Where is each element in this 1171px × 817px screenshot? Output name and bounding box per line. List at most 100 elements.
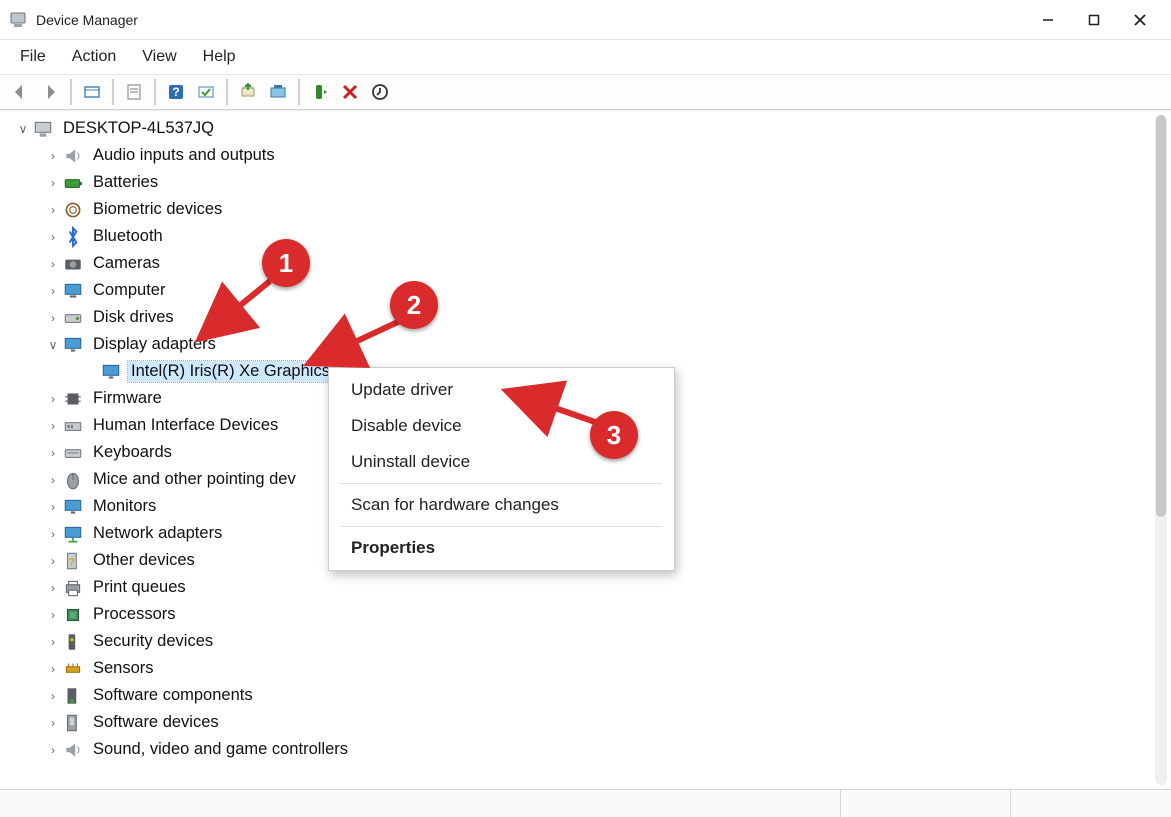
tree-node-audio[interactable]: › Audio inputs and outputs — [8, 142, 1153, 169]
expand-icon[interactable]: › — [44, 635, 62, 649]
help-button[interactable]: ? — [162, 78, 190, 106]
expand-icon[interactable]: › — [44, 230, 62, 244]
battery-icon — [62, 172, 84, 194]
software-component-icon — [62, 685, 84, 707]
tree-node-cameras[interactable]: › Cameras — [8, 250, 1153, 277]
maximize-button[interactable] — [1071, 0, 1117, 40]
device-manager-icon — [8, 10, 28, 30]
disable-device-button[interactable] — [366, 78, 394, 106]
menu-file[interactable]: File — [10, 44, 56, 70]
tree-node-software-devices[interactable]: › Software devices — [8, 709, 1153, 736]
monitor-icon — [62, 496, 84, 518]
menu-view[interactable]: View — [132, 44, 186, 70]
annotation-arrow-2 — [300, 315, 410, 380]
tree-root-row[interactable]: ∨ DESKTOP-4L537JQ — [8, 115, 1153, 142]
sensor-icon — [62, 658, 84, 680]
chip-icon — [62, 388, 84, 410]
tree-node-label: Cameras — [90, 253, 163, 274]
expand-icon[interactable]: › — [44, 257, 62, 271]
expand-icon[interactable]: › — [44, 500, 62, 514]
tree-node-label: Batteries — [90, 172, 161, 193]
expand-icon[interactable]: › — [44, 716, 62, 730]
tree-node-print-queues[interactable]: › Print queues — [8, 574, 1153, 601]
context-menu-separator — [341, 483, 662, 484]
expand-icon[interactable]: › — [44, 581, 62, 595]
expand-icon[interactable]: › — [44, 689, 62, 703]
monitor-icon — [62, 280, 84, 302]
expand-icon[interactable]: › — [44, 527, 62, 541]
expand-icon[interactable]: › — [44, 608, 62, 622]
collapse-icon[interactable]: ∨ — [14, 122, 32, 136]
mouse-icon — [62, 469, 84, 491]
tree-node-security[interactable]: › Security devices — [8, 628, 1153, 655]
expand-icon[interactable]: › — [44, 419, 62, 433]
scan-hardware-button[interactable] — [192, 78, 220, 106]
back-button[interactable] — [6, 78, 34, 106]
disk-icon — [62, 307, 84, 329]
tree-node-biometric[interactable]: › Biometric devices — [8, 196, 1153, 223]
minimize-button[interactable] — [1025, 0, 1071, 40]
tree-node-disk-drives[interactable]: › Disk drives — [8, 304, 1153, 331]
menubar: File Action View Help — [0, 40, 1171, 74]
tree-node-label: Monitors — [90, 496, 159, 517]
display-adapter-icon — [62, 334, 84, 356]
tree-node-label: Security devices — [90, 631, 216, 652]
tree-node-label: Firmware — [90, 388, 165, 409]
add-legacy-button[interactable] — [264, 78, 292, 106]
uninstall-device-button[interactable] — [336, 78, 364, 106]
security-icon — [62, 631, 84, 653]
toolbar: ? — [0, 74, 1171, 110]
expand-icon[interactable]: › — [44, 743, 62, 757]
tree-node-label: Keyboards — [90, 442, 175, 463]
close-button[interactable] — [1117, 0, 1163, 40]
show-hide-tree-button[interactable] — [78, 78, 106, 106]
titlebar: Device Manager — [0, 0, 1171, 40]
vertical-scrollbar[interactable] — [1155, 115, 1167, 785]
bluetooth-icon — [62, 226, 84, 248]
hid-icon — [62, 415, 84, 437]
tree-node-processors[interactable]: › Processors — [8, 601, 1153, 628]
toolbar-separator — [154, 79, 156, 105]
tree-node-label: Bluetooth — [90, 226, 166, 247]
expand-icon[interactable]: › — [44, 203, 62, 217]
tree-node-bluetooth[interactable]: › Bluetooth — [8, 223, 1153, 250]
forward-button[interactable] — [36, 78, 64, 106]
cm-scan-hardware[interactable]: Scan for hardware changes — [329, 487, 674, 523]
toolbar-separator — [226, 79, 228, 105]
expand-icon[interactable]: › — [44, 284, 62, 298]
menu-action[interactable]: Action — [62, 44, 126, 70]
tree-node-computer[interactable]: › Computer — [8, 277, 1153, 304]
expand-icon[interactable]: › — [44, 176, 62, 190]
expand-icon[interactable]: › — [44, 554, 62, 568]
tree-node-batteries[interactable]: › Batteries — [8, 169, 1153, 196]
properties-button[interactable] — [120, 78, 148, 106]
tree-node-label: Disk drives — [90, 307, 177, 328]
scrollbar-thumb[interactable] — [1156, 115, 1166, 517]
unknown-icon: ? — [62, 550, 84, 572]
tree-node-display-adapters[interactable]: ∨ Display adapters — [8, 331, 1153, 358]
tree-node-sensors[interactable]: › Sensors — [8, 655, 1153, 682]
tree-node-sound[interactable]: › Sound, video and game controllers — [8, 736, 1153, 763]
enable-device-button[interactable] — [306, 78, 334, 106]
computer-icon — [32, 118, 54, 140]
expand-icon[interactable]: › — [44, 446, 62, 460]
window-controls — [1025, 0, 1163, 40]
speaker-icon — [62, 145, 84, 167]
menu-help[interactable]: Help — [193, 44, 246, 70]
expand-icon[interactable]: › — [44, 473, 62, 487]
collapse-icon[interactable]: ∨ — [44, 338, 62, 352]
printer-icon — [62, 577, 84, 599]
tree-node-label: Audio inputs and outputs — [90, 145, 278, 166]
tree-node-software-components[interactable]: › Software components — [8, 682, 1153, 709]
toolbar-separator — [112, 79, 114, 105]
expand-icon[interactable]: › — [44, 311, 62, 325]
cm-properties[interactable]: Properties — [329, 530, 674, 566]
fingerprint-icon — [62, 199, 84, 221]
keyboard-icon — [62, 442, 84, 464]
software-device-icon — [62, 712, 84, 734]
expand-icon[interactable]: › — [44, 662, 62, 676]
expand-icon[interactable]: › — [44, 149, 62, 163]
status-segment — [1011, 790, 1171, 817]
expand-icon[interactable]: › — [44, 392, 62, 406]
update-driver-button[interactable] — [234, 78, 262, 106]
